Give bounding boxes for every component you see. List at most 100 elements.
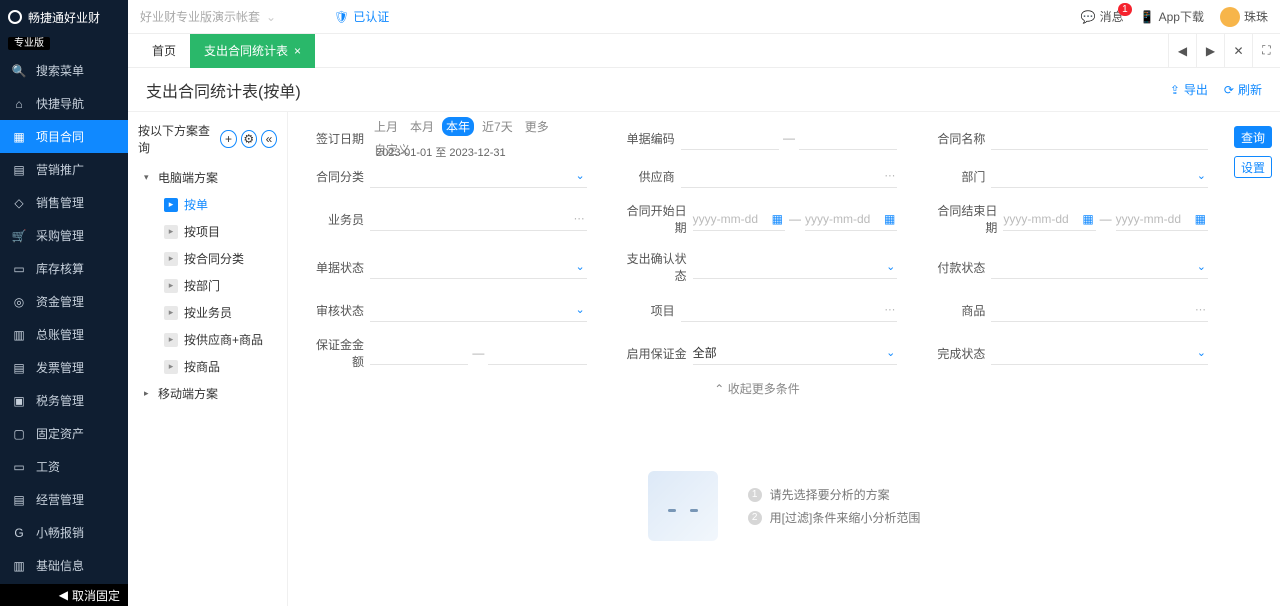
nav-icon: ▭	[12, 262, 26, 276]
tab-prev-button[interactable]: ◀	[1168, 34, 1196, 68]
unpin-button[interactable]: ◀ 取消固定	[0, 584, 128, 606]
start-date-to[interactable]: yyyy-mm-dd▦	[805, 207, 897, 231]
refresh-icon: ⟳	[1224, 83, 1234, 97]
nav-item-9[interactable]: ▤发票管理	[0, 351, 128, 384]
scheme-settings-button[interactable]: ⚙	[241, 130, 257, 148]
scheme-item-0-2[interactable]: ▸按合同分类	[134, 245, 281, 272]
nav-item-8[interactable]: ▥总账管理	[0, 318, 128, 351]
nav-icon: ▥	[12, 328, 26, 342]
start-date-from[interactable]: yyyy-mm-dd▦	[693, 207, 785, 231]
scheme-item-0-1[interactable]: ▸按项目	[134, 218, 281, 245]
nav-icon: ▢	[12, 427, 26, 441]
tab-close-button[interactable]: ✕	[1224, 34, 1252, 68]
nav-item-11[interactable]: ▢固定资产	[0, 417, 128, 450]
deposit-from-input[interactable]	[370, 341, 468, 365]
nav-item-15[interactable]: ▥基础信息	[0, 549, 128, 582]
doc-status-select[interactable]: ⌄	[370, 255, 587, 279]
nav-item-6[interactable]: ▭库存核算	[0, 252, 128, 285]
calendar-icon: ▦	[884, 212, 895, 226]
more-icon: ⋯	[884, 169, 895, 182]
tab-0[interactable]: 首页	[138, 34, 190, 68]
messages-button[interactable]: 💬 消息 1	[1081, 8, 1124, 25]
sign-date-preset[interactable]: 近7天	[478, 117, 517, 136]
nav-item-3[interactable]: ▤营销推广	[0, 153, 128, 186]
scheme-item-0-0[interactable]: ▸按单	[134, 191, 281, 218]
filter-form: 签订日期 上月本月本年近7天更多自定义 2023-01-01 至 2023-12…	[288, 112, 1226, 411]
enable-deposit-select[interactable]: 全部⌄	[693, 341, 898, 365]
label-contract-name: 合同名称	[927, 130, 991, 147]
end-date-from[interactable]: yyyy-mm-dd▦	[1003, 207, 1095, 231]
empty-tip-1: 请先选择要分析的方案	[770, 486, 890, 503]
nav-icon: ▭	[12, 460, 26, 474]
finish-status-select[interactable]: ⌄	[991, 341, 1208, 365]
label-end-date: 合同结束日期	[927, 202, 1003, 236]
calendar-icon: ▦	[772, 212, 783, 226]
brand-logo-icon	[8, 10, 22, 24]
page-header: 支出合同统计表(按单) ⇪导出 ⟳刷新	[128, 68, 1280, 112]
contract-class-select[interactable]: ⌄	[370, 164, 587, 188]
action-bar: 查询 设置	[1226, 112, 1280, 411]
scheme-item-0-6[interactable]: ▸按商品	[134, 353, 281, 380]
tenant-selector[interactable]: 好业财专业版演示帐套 ⌄	[140, 8, 320, 25]
nav-item-7[interactable]: ◎资金管理	[0, 285, 128, 318]
scheme-collapse-button[interactable]: «	[261, 130, 277, 148]
pay-status-select[interactable]: ⌄	[991, 255, 1208, 279]
refresh-button[interactable]: ⟳刷新	[1224, 81, 1262, 98]
scheme-item-0-3[interactable]: ▸按部门	[134, 272, 281, 299]
dept-select[interactable]: ⌄	[991, 164, 1208, 188]
nav-icon: ◇	[12, 196, 26, 210]
nav-item-1[interactable]: ⌂快捷导航	[0, 87, 128, 120]
pin-icon: ◀	[59, 588, 68, 602]
nav-item-4[interactable]: ◇销售管理	[0, 186, 128, 219]
doc-no-to-input[interactable]	[799, 126, 897, 150]
tab-close-icon[interactable]: ×	[294, 44, 301, 58]
goods-picker[interactable]: ⋯	[991, 298, 1208, 322]
nav-item-0[interactable]: 🔍搜索菜单	[0, 54, 128, 87]
scheme-group-0[interactable]: ▾电脑端方案	[134, 164, 281, 191]
collapse-filters-button[interactable]: ⌃ 收起更多条件	[306, 370, 1208, 401]
nav-icon: ▦	[12, 130, 26, 144]
contract-name-input[interactable]	[991, 126, 1208, 150]
sign-date-preset[interactable]: 本年	[442, 117, 474, 136]
phone-icon: 📱	[1140, 10, 1155, 24]
scheme-item-0-5[interactable]: ▸按供应商+商品	[134, 326, 281, 353]
scheme-item-0-4[interactable]: ▸按业务员	[134, 299, 281, 326]
tab-1[interactable]: 支出合同统计表×	[190, 34, 315, 68]
nav-item-5[interactable]: 🛒采购管理	[0, 219, 128, 252]
label-salesman: 业务员	[306, 211, 370, 228]
user-menu[interactable]: 珠珠	[1220, 7, 1268, 27]
doc-no-from-input[interactable]	[681, 126, 779, 150]
label-contract-class: 合同分类	[306, 168, 370, 185]
label-goods: 商品	[927, 302, 991, 319]
deposit-to-input[interactable]	[488, 341, 586, 365]
brand-edition-badge: 专业版	[8, 37, 50, 50]
nav-icon: 🔍	[12, 64, 26, 78]
nav-item-14[interactable]: G小畅报销	[0, 516, 128, 549]
nav-item-10[interactable]: ▣税务管理	[0, 384, 128, 417]
supplier-picker[interactable]: ⋯	[681, 164, 898, 188]
nav-item-2[interactable]: ▦项目合同	[0, 120, 128, 153]
scheme-group-1[interactable]: ▸移动端方案	[134, 380, 281, 407]
settings-button[interactable]: 设置	[1234, 156, 1272, 178]
project-picker[interactable]: ⋯	[681, 298, 898, 322]
avatar	[1220, 7, 1240, 27]
label-doc-status: 单据状态	[306, 259, 370, 276]
sign-date-preset[interactable]: 更多	[521, 117, 553, 136]
scheme-add-button[interactable]: +	[220, 130, 236, 148]
caret-down-icon: ▾	[144, 172, 152, 183]
export-button[interactable]: ⇪导出	[1170, 81, 1208, 98]
tab-fullscreen-button[interactable]: ⛶	[1252, 34, 1280, 68]
end-date-to[interactable]: yyyy-mm-dd▦	[1116, 207, 1208, 231]
sign-date-preset[interactable]: 本月	[406, 117, 438, 136]
audit-status-select[interactable]: ⌄	[370, 298, 587, 322]
label-confirm-status: 支出确认状态	[617, 250, 693, 284]
app-download-button[interactable]: 📱 App下载	[1140, 8, 1204, 25]
sign-date-preset[interactable]: 上月	[370, 117, 402, 136]
salesman-picker[interactable]: ⋯	[370, 207, 587, 231]
nav-item-13[interactable]: ▤经营管理	[0, 483, 128, 516]
nav-item-12[interactable]: ▭工资	[0, 450, 128, 483]
tab-next-button[interactable]: ▶	[1196, 34, 1224, 68]
query-button[interactable]: 查询	[1234, 126, 1272, 148]
nav-icon: G	[12, 526, 26, 540]
confirm-status-select[interactable]: ⌄	[693, 255, 898, 279]
